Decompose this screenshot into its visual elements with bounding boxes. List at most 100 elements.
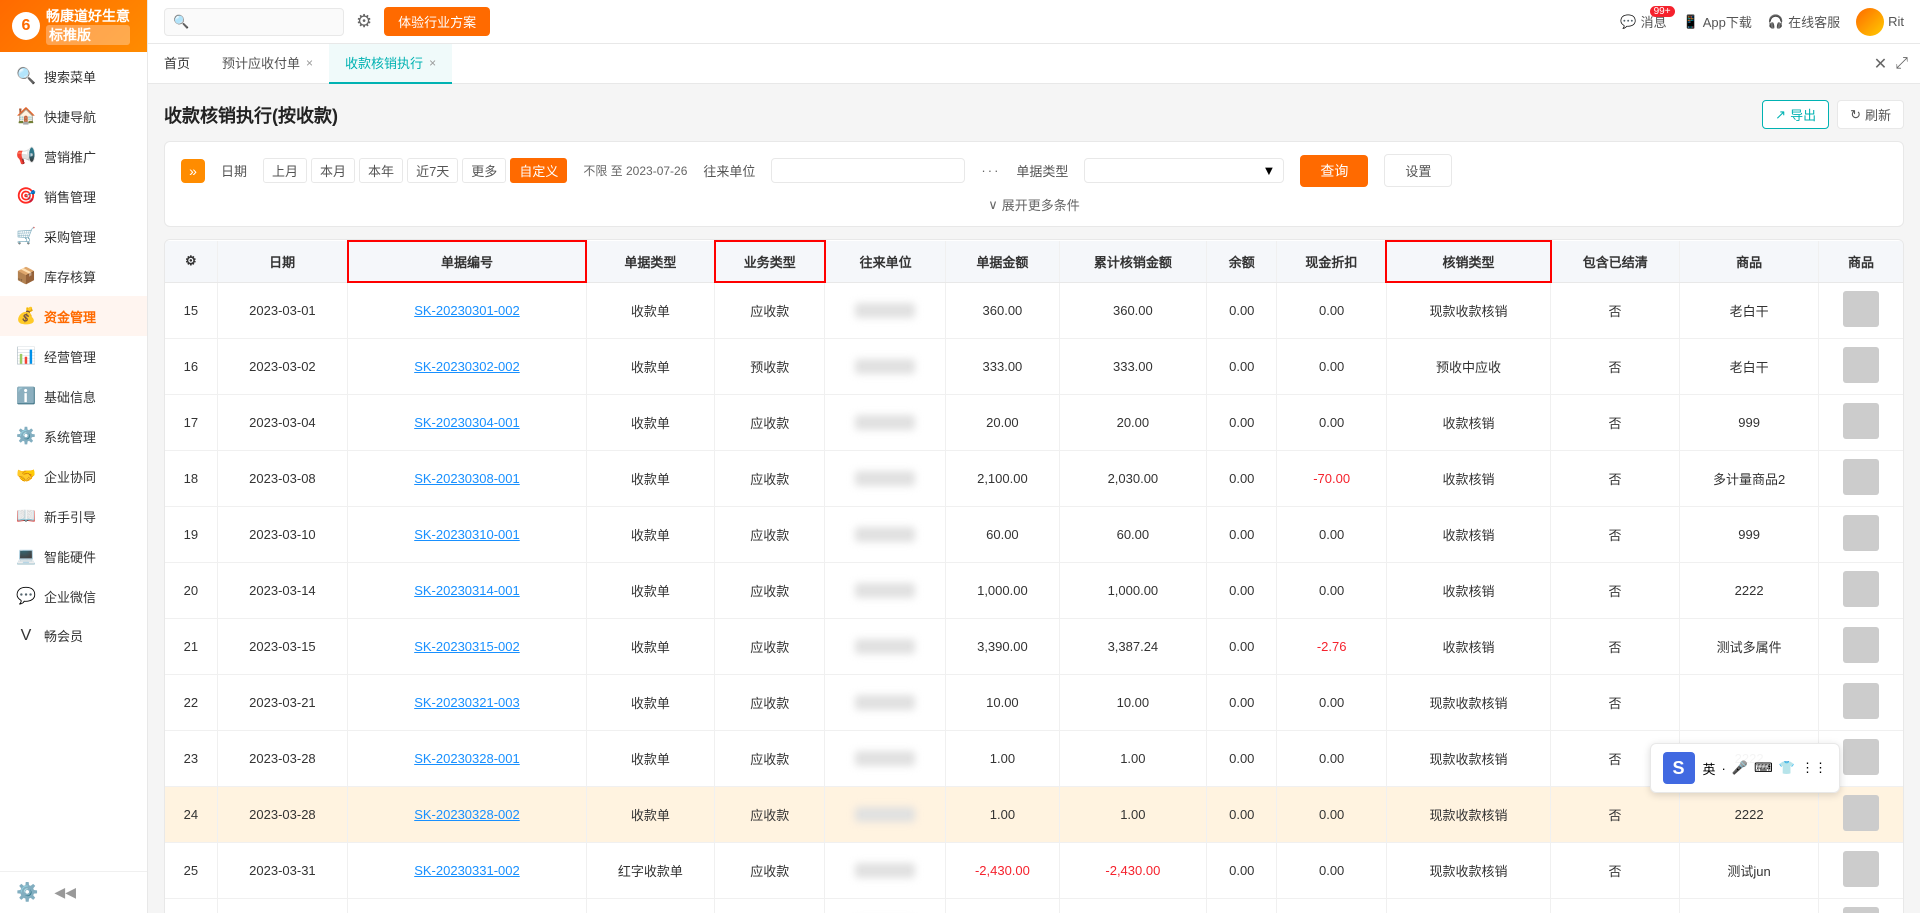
col-cash-discount: 现金折扣 [1277, 241, 1387, 282]
topbar-search-wrap[interactable]: 🔍 [164, 8, 344, 36]
solution-button[interactable]: 体验行业方案 [384, 7, 490, 36]
doc-no-link[interactable]: SK-20230308-001 [414, 471, 520, 486]
mic-icon[interactable]: 🎤 [1732, 760, 1748, 776]
cell-date: 2023-03-02 [217, 338, 348, 394]
cell-date: 2023-03-28 [217, 730, 348, 786]
tab-collection-exec-close[interactable]: × [429, 56, 436, 70]
grid-icon[interactable]: ⋮⋮ [1801, 760, 1827, 776]
sidebar-item-inventory[interactable]: 📦库存核算 [0, 256, 147, 296]
sidebar-item-hardware[interactable]: 💻智能硬件 [0, 536, 147, 576]
tab-collection-exec[interactable]: 收款核销执行 × [329, 44, 452, 84]
gear-icon[interactable]: ⚙ [356, 11, 372, 32]
cell-cash-discount: 0.00 [1277, 338, 1387, 394]
cell-balance: 0.00 [1207, 842, 1277, 898]
date-this-year[interactable]: 本年 [359, 158, 403, 183]
tab-pre-order-close[interactable]: × [306, 56, 313, 70]
filter-more-dots[interactable]: ··· [981, 163, 1000, 178]
table-row: 24 2023-03-28 SK-20230328-002 收款单 应收款 1.… [165, 786, 1903, 842]
partner-filter-input[interactable] [771, 158, 965, 183]
doc-no-link[interactable]: SK-20230321-003 [414, 695, 520, 710]
cell-doc-type: 收款单 [586, 450, 714, 506]
close-all-tabs-icon[interactable]: ✕ [1874, 54, 1887, 74]
english-icon[interactable]: 英 [1703, 759, 1716, 778]
user-avatar-wrap[interactable]: Rit [1856, 8, 1904, 36]
cell-doc-type: 收款单 [586, 898, 714, 913]
sidebar-item-shortcut[interactable]: 🏠快捷导航 [0, 96, 147, 136]
export-button[interactable]: ↗ 导出 [1762, 100, 1829, 129]
online-service-button[interactable]: 🎧 在线客服 [1768, 12, 1840, 31]
cell-date: 2023-03-01 [217, 282, 348, 338]
sidebar-label-sales: 销售管理 [44, 187, 96, 206]
sidebar-footer[interactable]: ⚙️ ◀◀ [0, 871, 147, 913]
date-this-month[interactable]: 本月 [311, 158, 355, 183]
cell-product2 [1819, 282, 1903, 338]
cell-cumulative: 1,000.00 [1059, 562, 1207, 618]
cell-no: 26 [165, 898, 217, 913]
messages-button[interactable]: 💬 消息 99+ [1620, 12, 1666, 31]
date-custom[interactable]: 自定义 [510, 158, 567, 183]
tab-pre-order[interactable]: 预计应收付单 × [206, 44, 329, 84]
cell-partner [825, 786, 946, 842]
col-amount: 单据金额 [946, 241, 1059, 282]
doc-no-link[interactable]: SK-20230310-001 [414, 527, 520, 542]
filter-collapse-button[interactable]: » [181, 159, 205, 183]
cell-no: 24 [165, 786, 217, 842]
cell-biz-type: 预收款 [715, 898, 825, 913]
cell-cumulative: 360.00 [1059, 282, 1207, 338]
doc-no-link[interactable]: SK-20230314-001 [414, 583, 520, 598]
sidebar-item-purchase[interactable]: 🛒采购管理 [0, 216, 147, 256]
date-last-month[interactable]: 上月 [263, 158, 307, 183]
doc-type-select[interactable]: ▼ [1084, 158, 1284, 183]
query-button[interactable]: 查询 [1300, 155, 1368, 187]
table-row: 26 2023-04-03 SK-20230403-002 收款单 预收款 20… [165, 898, 1903, 913]
table-settings-icon[interactable]: ⚙ [185, 253, 197, 268]
doc-no-link[interactable]: SK-20230328-002 [414, 807, 520, 822]
cell-partner [825, 674, 946, 730]
date-7days[interactable]: 近7天 [407, 158, 458, 183]
partner-filter-label: 往来单位 [703, 161, 755, 180]
doc-no-link[interactable]: SK-20230328-001 [414, 751, 520, 766]
settings-footer-icon[interactable]: ⚙️ [16, 882, 38, 903]
sidebar-item-search[interactable]: 🔍搜索菜单 [0, 56, 147, 96]
col-doc-type: 单据类型 [586, 241, 714, 282]
cell-biz-type: 应收款 [715, 786, 825, 842]
sidebar-item-wechat[interactable]: 💬企业微信 [0, 576, 147, 616]
sidebar-item-marketing[interactable]: 📢营销推广 [0, 136, 147, 176]
sidebar-item-sales[interactable]: 🎯销售管理 [0, 176, 147, 216]
cell-product2 [1819, 450, 1903, 506]
doc-no-link[interactable]: SK-20230315-002 [414, 639, 520, 654]
sidebar-label-search: 搜索菜单 [44, 67, 96, 86]
cell-amount: 60.00 [946, 506, 1059, 562]
doc-no-link[interactable]: SK-20230331-002 [414, 863, 520, 878]
cell-include-settled: 否 [1551, 338, 1680, 394]
date-more[interactable]: 更多 [462, 158, 506, 183]
cell-balance: 0.00 [1207, 506, 1277, 562]
col-settings[interactable]: ⚙ [165, 241, 217, 282]
sidebar-icon-shortcut: 🏠 [16, 106, 36, 126]
sidebar-item-system[interactable]: ⚙️系统管理 [0, 416, 147, 456]
sidebar-item-basic[interactable]: ℹ️基础信息 [0, 376, 147, 416]
doc-no-link[interactable]: SK-20230302-002 [414, 359, 520, 374]
cell-biz-type: 预收款 [715, 338, 825, 394]
cell-partner [825, 898, 946, 913]
sidebar-item-guide[interactable]: 📖新手引导 [0, 496, 147, 536]
page-actions: ↗ 导出 ↻ 刷新 [1762, 100, 1904, 129]
refresh-button[interactable]: ↻ 刷新 [1837, 100, 1904, 129]
shirt-icon[interactable]: 👕 [1779, 760, 1795, 776]
expand-tabs-icon[interactable]: ⤢ [1895, 55, 1908, 73]
tab-home[interactable]: 首页 [148, 44, 206, 84]
sidebar-item-operations[interactable]: 📊经营管理 [0, 336, 147, 376]
doc-no-link[interactable]: SK-20230304-001 [414, 415, 520, 430]
app-download-button[interactable]: 📱 App下载 [1683, 12, 1752, 31]
sidebar-item-collab[interactable]: 🤝企业协同 [0, 456, 147, 496]
collapse-icon[interactable]: ◀◀ [54, 884, 76, 901]
sidebar-item-member[interactable]: V畅会员 [0, 616, 147, 655]
cell-no: 15 [165, 282, 217, 338]
sidebar-item-finance[interactable]: 💰资金管理 [0, 296, 147, 336]
settings-button[interactable]: 设置 [1384, 154, 1452, 187]
keyboard-icon[interactable]: ⌨ [1754, 760, 1773, 776]
doc-no-link[interactable]: SK-20230301-002 [414, 303, 520, 318]
table-row: 25 2023-03-31 SK-20230331-002 红字收款单 应收款 … [165, 842, 1903, 898]
expand-more-conditions[interactable]: ∨ 展开更多条件 [181, 195, 1887, 214]
table-row: 18 2023-03-08 SK-20230308-001 收款单 应收款 2,… [165, 450, 1903, 506]
